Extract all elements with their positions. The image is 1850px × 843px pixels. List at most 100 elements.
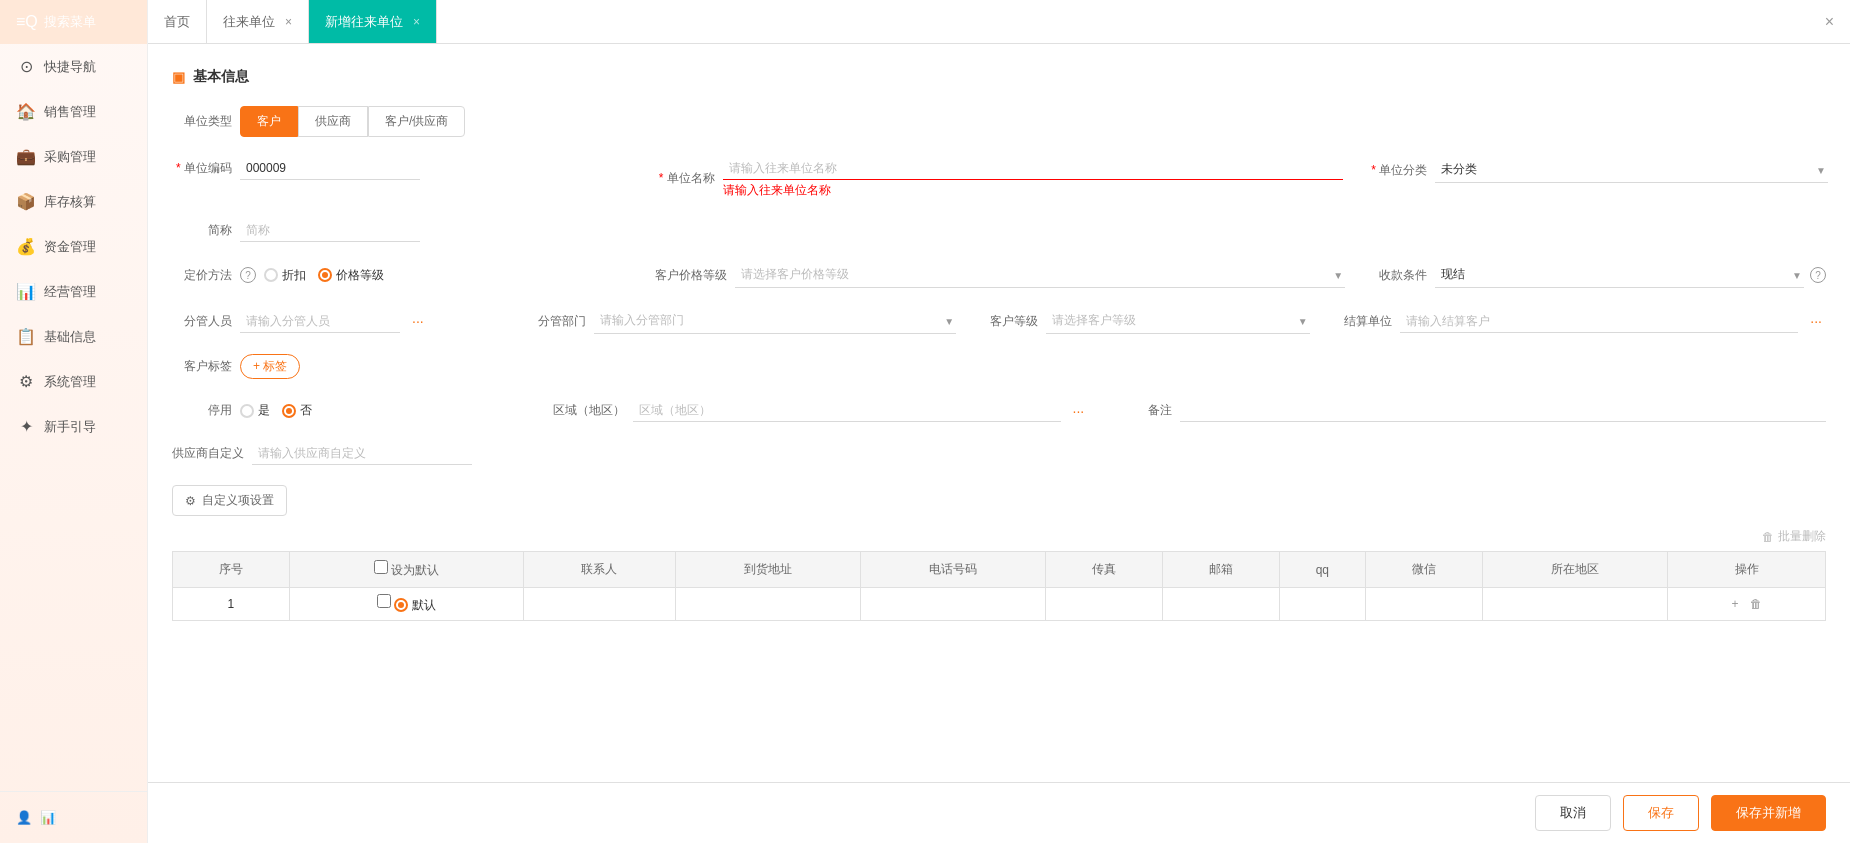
row-phone[interactable] (860, 588, 1045, 621)
department-field: 分管部门 请输入分管部门 ▼ (526, 308, 954, 334)
pricing-method-help-icon[interactable]: ? (240, 267, 256, 283)
sidebar-item-purchase[interactable]: 💼 采购管理 (0, 134, 147, 179)
table-row: 1 默认 (173, 588, 1826, 621)
sidebar-item-finance[interactable]: 💰 资金管理 (0, 224, 147, 269)
customer-level-field: 客户等级 请选择客户等级 ▼ (978, 308, 1308, 334)
select-all-checkbox[interactable] (374, 560, 388, 574)
row-email[interactable] (1162, 588, 1279, 621)
tab-home[interactable]: 首页 (148, 0, 207, 43)
save-button[interactable]: 保存 (1623, 795, 1699, 831)
customer-level-placeholder: 请选择客户等级 (1046, 308, 1310, 334)
unit-code-field: 单位编码 (172, 157, 631, 180)
add-tag-button[interactable]: + 标签 (240, 354, 300, 379)
col-default: 设为默认 (289, 552, 524, 588)
supplier-custom-label: 供应商自定义 (172, 445, 244, 462)
pricing-level-radio-circle (318, 268, 332, 282)
tab-new-partner[interactable]: 新增往来单位 × (309, 0, 437, 43)
unit-category-field: 单位分类 未分类 ▼ (1367, 157, 1826, 183)
disabled-yes-circle (240, 404, 254, 418)
row-delete-btn[interactable]: 🗑 (1750, 597, 1762, 611)
unit-type-both-btn[interactable]: 客户/供应商 (368, 106, 465, 137)
sidebar-item-quick-nav[interactable]: ⊙ 快捷导航 (0, 44, 147, 89)
unit-type-customer-btn[interactable]: 客户 (240, 106, 298, 137)
row-address[interactable] (675, 588, 860, 621)
row-default-radio[interactable]: 默认 (394, 597, 436, 614)
global-close-button[interactable]: × (1809, 13, 1850, 31)
row-checkbox[interactable] (377, 594, 391, 608)
unit-name-label: 单位名称 (655, 170, 715, 187)
row-default: 默认 (289, 588, 524, 621)
unit-type-row: 单位类型 客户 供应商 客户/供应商 (172, 106, 1826, 137)
sidebar-item-basic-info[interactable]: 📋 基础信息 (0, 314, 147, 359)
unit-code-input[interactable] (240, 157, 420, 180)
row-qq[interactable] (1279, 588, 1366, 621)
region-ellipsis-btn[interactable]: ··· (1069, 403, 1089, 419)
manager-input[interactable] (240, 310, 400, 333)
unit-category-value: 未分类 (1435, 157, 1828, 183)
sidebar-item-label: 库存核算 (44, 193, 96, 211)
save-and-new-button[interactable]: 保存并新增 (1711, 795, 1826, 831)
pricing-discount-radio[interactable]: 折扣 (264, 267, 306, 284)
payment-terms-wrapper[interactable]: 现结 ▼ (1435, 262, 1802, 288)
sidebar-item-label: 经营管理 (44, 283, 96, 301)
department-wrapper[interactable]: 请输入分管部门 ▼ (594, 308, 954, 334)
unit-type-supplier-btn[interactable]: 供应商 (298, 106, 368, 137)
unit-category-select-wrapper[interactable]: 未分类 ▼ (1435, 157, 1826, 183)
abbreviation-row: 简称 (172, 219, 1826, 242)
pricing-method-radio-group: 折扣 价格等级 (264, 267, 384, 284)
col-email: 邮箱 (1162, 552, 1279, 588)
customer-level-wrapper[interactable]: 请选择客户等级 ▼ (1046, 308, 1308, 334)
row-location[interactable] (1482, 588, 1667, 621)
unit-type-label: 单位类型 (172, 113, 232, 130)
sidebar-item-label: 采购管理 (44, 148, 96, 166)
box-icon: 📦 (16, 192, 36, 211)
sidebar-item-search[interactable]: ≡Q 搜索菜单 (0, 0, 147, 44)
manager-ellipsis-btn[interactable]: ··· (408, 313, 428, 329)
remarks-field: 备注 (1112, 399, 1826, 422)
settlement-input[interactable] (1400, 310, 1799, 333)
row-contact[interactable] (524, 588, 675, 621)
customer-price-level-wrapper[interactable]: 请选择客户价格等级 ▼ (735, 262, 1343, 288)
table-header: 序号 设为默认 联系人 到货地址 电话号码 传真 邮箱 qq 微信 所在地区 操… (173, 552, 1826, 588)
chart-mini-icon: 📊 (40, 810, 56, 825)
disabled-radio-group: 是 否 (240, 402, 312, 419)
disabled-label: 停用 (172, 402, 232, 419)
tab-new-partner-close[interactable]: × (413, 15, 420, 29)
custom-settings-button[interactable]: ⚙ 自定义项设置 (172, 485, 287, 516)
unit-name-input[interactable] (723, 157, 1343, 180)
row-fax[interactable] (1045, 588, 1162, 621)
settlement-ellipsis-btn[interactable]: ··· (1806, 313, 1826, 329)
sidebar-item-label: 快捷导航 (44, 58, 96, 76)
pricing-discount-label: 折扣 (282, 267, 306, 284)
disabled-no-label: 否 (300, 402, 312, 419)
batch-delete-label[interactable]: 批量删除 (1778, 528, 1826, 545)
sidebar-item-operations[interactable]: 📊 经营管理 (0, 269, 147, 314)
tab-partner-close[interactable]: × (285, 15, 292, 29)
remarks-input[interactable] (1180, 399, 1826, 422)
disabled-no-radio[interactable]: 否 (282, 402, 312, 419)
row-wechat[interactable] (1366, 588, 1483, 621)
user-area[interactable]: 👤 📊 (0, 800, 147, 835)
sidebar-item-system[interactable]: ⚙ 系统管理 (0, 359, 147, 404)
pricing-level-radio[interactable]: 价格等级 (318, 267, 384, 284)
row-add-btn[interactable]: + (1731, 597, 1738, 611)
sidebar-item-inventory[interactable]: 📦 库存核算 (0, 179, 147, 224)
code-name-category-row: 单位编码 单位名称 请输入往来单位名称 单位分类 未分类 ▼ (172, 157, 1826, 199)
supplier-custom-input[interactable] (252, 442, 472, 465)
unit-type-group: 客户 供应商 客户/供应商 (240, 106, 465, 137)
col-contact: 联系人 (524, 552, 675, 588)
unit-category-label: 单位分类 (1367, 162, 1427, 179)
delete-icon: 🗑 (1762, 530, 1774, 544)
abbreviation-input[interactable] (240, 219, 420, 242)
disabled-region-row: 停用 是 否 区域（地区） ··· 备注 (172, 399, 1826, 422)
tab-partner[interactable]: 往来单位 × (207, 0, 309, 43)
customer-level-label: 客户等级 (978, 313, 1038, 330)
payment-terms-help-icon[interactable]: ? (1810, 267, 1826, 283)
sidebar-item-sales[interactable]: 🏠 销售管理 (0, 89, 147, 134)
region-input[interactable] (633, 399, 1061, 422)
unit-name-error: 请输入往来单位名称 (723, 182, 1343, 199)
sidebar-item-new-guide[interactable]: ✦ 新手引导 (0, 404, 147, 449)
unit-code-label: 单位编码 (172, 160, 232, 177)
cancel-button[interactable]: 取消 (1535, 795, 1611, 831)
disabled-yes-radio[interactable]: 是 (240, 402, 270, 419)
